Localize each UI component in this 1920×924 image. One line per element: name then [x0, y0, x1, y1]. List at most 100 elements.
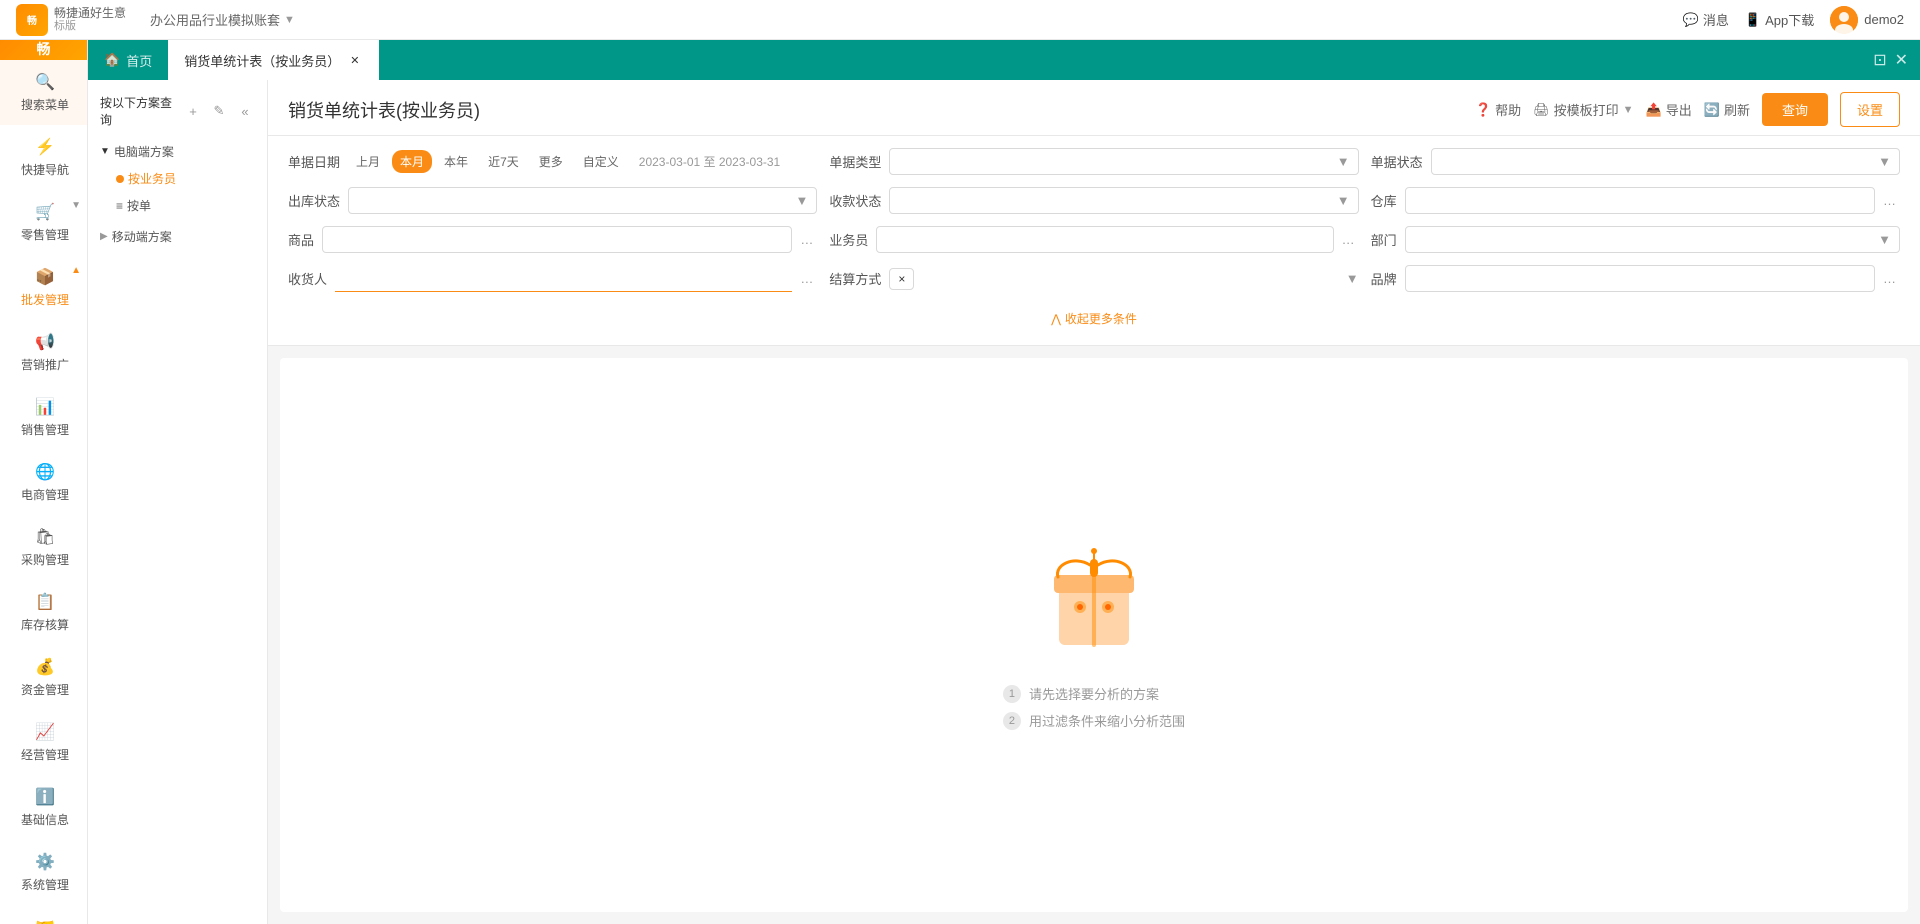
filter-area: 单据日期 上月 本月 本年 近7天 更多: [268, 136, 1920, 346]
industry-dropdown-icon[interactable]: ▼: [284, 14, 295, 26]
collapse-panel-button[interactable]: «: [235, 101, 255, 121]
settlement-tag: ×: [889, 268, 914, 290]
tree-item-desktop[interactable]: ▼ 电脑端方案: [96, 138, 259, 165]
date-tab-7days[interactable]: 近7天: [480, 150, 527, 173]
doc-status-arrow: ▼: [1878, 154, 1891, 169]
collapse-filters-button[interactable]: ⋀ 收起更多条件: [288, 304, 1900, 333]
brand-dots[interactable]: …: [1879, 271, 1900, 286]
empty-hint-1: 1 请先选择要分析的方案: [1003, 684, 1185, 703]
home-icon: 🏠: [104, 52, 120, 68]
warehouse-input[interactable]: [1405, 187, 1875, 214]
message-action[interactable]: 💬 消息: [1683, 10, 1729, 29]
date-tab-more[interactable]: 更多: [531, 150, 571, 173]
empty-state: 1 请先选择要分析的方案 2 用过滤条件来缩小分析范围: [280, 358, 1908, 912]
tab-home[interactable]: 🏠 首页: [88, 40, 168, 80]
date-tab-custom[interactable]: 自定义: [575, 150, 627, 173]
receiver-dots[interactable]: …: [796, 271, 817, 286]
sales-icon: 📊: [35, 397, 55, 417]
product-input[interactable]: [322, 226, 792, 253]
settlement-arrow[interactable]: ▼: [1346, 271, 1359, 286]
export-action[interactable]: 📤 导出: [1646, 100, 1692, 119]
sidebar-item-marketing[interactable]: 📢 营销推广: [0, 320, 87, 385]
sidebar-item-search[interactable]: 🔍 搜索菜单: [0, 60, 87, 125]
tab-close-button[interactable]: ✕: [346, 52, 363, 69]
tree-item-by-salesperson[interactable]: 按业务员: [96, 165, 259, 192]
operations-icon: 📈: [35, 722, 55, 742]
empty-hints: 1 请先选择要分析的方案 2 用过滤条件来缩小分析范围: [1003, 684, 1185, 730]
edit-scheme-button[interactable]: ✎: [209, 101, 229, 121]
dept-arrow: ▼: [1878, 232, 1891, 247]
doc-status-select[interactable]: ▼: [1431, 148, 1900, 175]
salesperson-input[interactable]: [876, 226, 1333, 253]
tree-item-by-order[interactable]: ≡ 按单: [96, 192, 259, 219]
add-scheme-button[interactable]: +: [183, 101, 203, 121]
industry-selector[interactable]: 办公用品行业模拟账套: [150, 10, 280, 29]
product-dots[interactable]: …: [796, 232, 817, 247]
left-panel: 按以下方案查询 + ✎ « ▼ 电脑端方案: [88, 80, 268, 924]
brand-input[interactable]: [1405, 265, 1875, 292]
main-content: 销货单统计表(按业务员) ❓ 帮助 🖨 按模板打印 ▼: [268, 80, 1920, 924]
sidebar-item-sales[interactable]: 📊 销售管理: [0, 385, 87, 450]
tree-item-mobile[interactable]: ▶ 移动端方案: [96, 223, 259, 250]
print-action[interactable]: 🖨 按模板打印 ▼: [1533, 100, 1633, 119]
sidebar-logo: 畅: [0, 40, 87, 60]
ecommerce-icon: 🌐: [35, 462, 55, 482]
receiver-input[interactable]: [335, 266, 792, 292]
receiver-label: 收货人: [288, 269, 327, 288]
payment-select[interactable]: ▼: [889, 187, 1358, 214]
sidebar-item-system[interactable]: ⚙️ 系统管理: [0, 840, 87, 905]
tab-sales-stat[interactable]: 销货单统计表（按业务员） ✕: [168, 40, 379, 80]
date-tab-this-year[interactable]: 本年: [436, 150, 476, 173]
sidebar-item-purchase[interactable]: 🛍 采购管理: [0, 515, 87, 580]
help-action[interactable]: ❓ 帮助: [1475, 100, 1521, 119]
dept-select[interactable]: ▼: [1405, 226, 1900, 253]
page-title: 销货单统计表(按业务员): [288, 97, 480, 123]
sidebar-item-quick-nav[interactable]: ⚡ 快捷导航: [0, 125, 87, 190]
tree-expand-right-icon: ▶: [100, 231, 108, 242]
logo-area: 畅 畅捷通好生意 标版: [16, 4, 126, 36]
sidebar-item-operations[interactable]: 📈 经营管理: [0, 710, 87, 775]
quick-nav-icon: ⚡: [35, 137, 55, 157]
outbound-label: 出库状态: [288, 191, 340, 210]
help-icon: ❓: [1475, 102, 1491, 118]
username: demo2: [1864, 12, 1904, 27]
sidebar-item-basic[interactable]: ℹ️ 基础信息: [0, 775, 87, 840]
left-panel-title: 按以下方案查询: [100, 94, 183, 128]
date-tab-this-month[interactable]: 本月: [392, 150, 432, 173]
restore-window-button[interactable]: ⊡: [1873, 50, 1886, 70]
collapse-icon: ⋀: [1051, 312, 1061, 326]
sidebar-item-retail[interactable]: 🛒 零售管理 ▼: [0, 190, 87, 255]
salesperson-dots[interactable]: …: [1338, 232, 1359, 247]
sidebar-item-ecommerce[interactable]: 🌐 电商管理: [0, 450, 87, 515]
close-window-button[interactable]: ✕: [1895, 50, 1908, 70]
doc-status-label: 单据状态: [1371, 152, 1423, 171]
finance-icon: 💰: [35, 657, 55, 677]
app-download-action[interactable]: 📱 App下载: [1745, 10, 1814, 29]
outbound-select[interactable]: ▼: [348, 187, 817, 214]
salesperson-label: 业务员: [829, 230, 868, 249]
brand-label: 品牌: [1371, 269, 1397, 288]
date-tab-last-month[interactable]: 上月: [348, 150, 388, 173]
dept-label: 部门: [1371, 230, 1397, 249]
tree-expand-icon: ▼: [100, 146, 110, 157]
print-dropdown-icon[interactable]: ▼: [1623, 104, 1634, 116]
sidebar-item-wholesale[interactable]: 📦 批发管理 ▲: [0, 255, 87, 320]
sidebar-item-corp[interactable]: 🤝 企业协同: [0, 905, 87, 924]
payment-label: 收款状态: [829, 191, 881, 210]
sidebar: 畅 🔍 搜索菜单 ⚡ 快捷导航 🛒 零售管理 ▼ 📦 批发管理 ▲: [0, 40, 88, 924]
inventory-icon: 📋: [35, 592, 55, 612]
warehouse-dots[interactable]: …: [1879, 193, 1900, 208]
marketing-icon: 📢: [35, 332, 55, 352]
sidebar-item-inventory[interactable]: 📋 库存核算: [0, 580, 87, 645]
refresh-action[interactable]: 🔄 刷新: [1704, 100, 1750, 119]
print-icon: 🖨: [1533, 102, 1550, 118]
tabs-bar: 🏠 首页 销货单统计表（按业务员） ✕ ⊡ ✕: [88, 40, 1920, 80]
user-area[interactable]: demo2: [1830, 6, 1904, 34]
purchase-icon: 🛍: [35, 527, 55, 547]
query-button[interactable]: 查询: [1762, 93, 1828, 126]
settings-button[interactable]: 设置: [1840, 92, 1900, 127]
user-avatar: [1830, 6, 1858, 34]
doc-type-select[interactable]: ▼: [889, 148, 1358, 175]
logo-text: 畅捷通好生意 标版: [54, 6, 126, 34]
sidebar-item-finance[interactable]: 💰 资金管理: [0, 645, 87, 710]
